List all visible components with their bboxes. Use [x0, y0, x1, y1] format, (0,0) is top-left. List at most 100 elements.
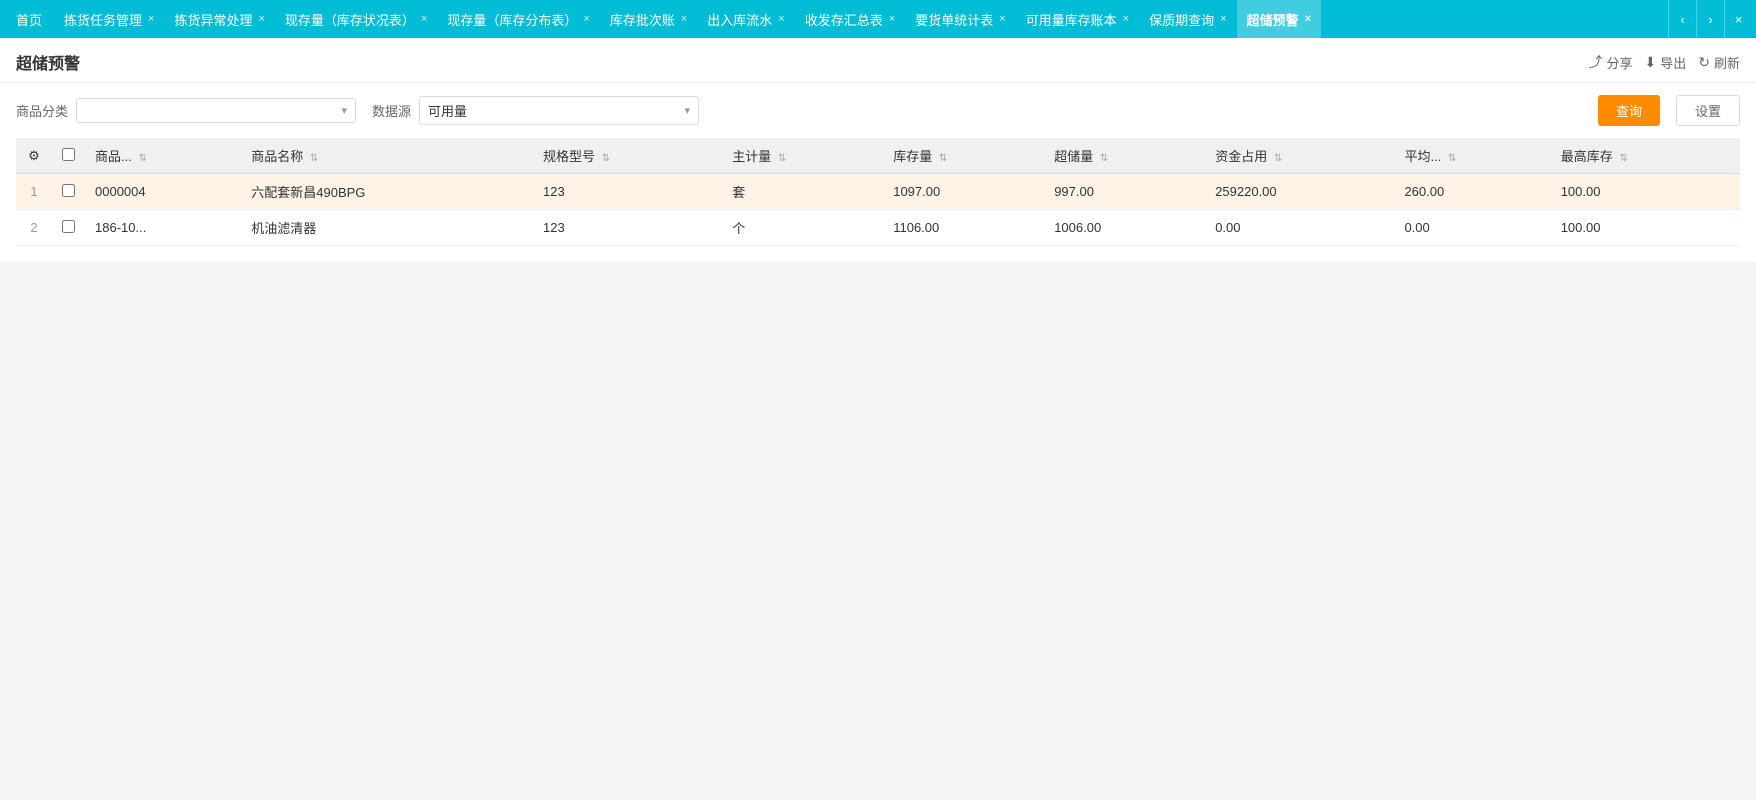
nav-item-shelf-life[interactable]: 保质期查询 × — [1139, 0, 1236, 38]
nav-item-receive-summary[interactable]: 收发存汇总表 × — [795, 0, 905, 38]
sort-icon: ⇅ — [1448, 153, 1456, 164]
cell-spec: 123 — [533, 210, 722, 246]
col-stock-qty[interactable]: 库存量 ⇅ — [883, 138, 1044, 174]
col-overstock-qty[interactable]: 超储量 ⇅ — [1044, 138, 1205, 174]
col-select-all[interactable] — [52, 138, 85, 174]
close-icon[interactable]: × — [148, 13, 154, 25]
share-icon: ⤴ — [1588, 52, 1602, 72]
page-container: 超储预警 ⤴ 分享 ⬇ 导出 ↻ 刷新 商品分类 ▾ 数据源 — [0, 38, 1756, 262]
nav-arrows: ‹ › × — [1668, 0, 1752, 38]
category-label: 商品分类 — [16, 101, 68, 120]
sort-icon: ⇅ — [1100, 153, 1108, 164]
col-product-code[interactable]: 商品... ⇅ — [85, 138, 241, 174]
nav-item-stock-dist[interactable]: 现存量（库存分布表） × — [437, 0, 599, 38]
nav-item-in-out-flow[interactable]: 出入库流水 × — [697, 0, 794, 38]
top-navigation: 首页 拣货任务管理 × 拣货异常处理 × 现存量（库存状况表） × 现存量（库存… — [0, 0, 1756, 38]
col-spec[interactable]: 规格型号 ⇅ — [533, 138, 722, 174]
select-all-checkbox[interactable] — [62, 148, 75, 161]
row-index: 2 — [16, 210, 52, 246]
nav-item-stock-status[interactable]: 现存量（库存状况表） × — [275, 0, 437, 38]
sort-icon: ⇅ — [939, 153, 947, 164]
cell-stock-qty: 1106.00 — [883, 210, 1044, 246]
refresh-button[interactable]: ↻ 刷新 — [1698, 53, 1740, 72]
filter-row: 商品分类 ▾ 数据源 可用量 ▾ 查询 设置 — [0, 83, 1756, 138]
close-icon[interactable]: × — [999, 13, 1005, 25]
cell-product-name: 机油滤清器 — [241, 210, 533, 246]
query-button[interactable]: 查询 — [1598, 95, 1660, 126]
table-container: ⚙ 商品... ⇅ 商品名称 ⇅ 规格型号 ⇅ — [0, 138, 1756, 262]
table-row: 2 186-10... 机油滤清器 123 个 1106.00 1006.00 … — [16, 210, 1740, 246]
export-icon: ⬇ — [1645, 54, 1657, 71]
table-header-row: ⚙ 商品... ⇅ 商品名称 ⇅ 规格型号 ⇅ — [16, 138, 1740, 174]
gear-icon[interactable]: ⚙ — [28, 148, 40, 163]
row-index: 1 — [16, 174, 52, 210]
col-avg[interactable]: 平均... ⇅ — [1394, 138, 1550, 174]
close-icon[interactable]: × — [1123, 13, 1129, 25]
cell-overstock-qty: 1006.00 — [1044, 210, 1205, 246]
close-icon[interactable]: × — [583, 13, 589, 25]
nav-arrow-right[interactable]: › — [1696, 0, 1724, 38]
category-select[interactable]: ▾ — [76, 98, 356, 123]
close-icon[interactable]: × — [889, 13, 895, 25]
close-icon[interactable]: × — [681, 13, 687, 25]
cell-product-code: 186-10... — [85, 210, 241, 246]
table-row: 1 0000004 六配套新昌490BPG 123 套 1097.00 997.… — [16, 174, 1740, 210]
cell-product-code: 0000004 — [85, 174, 241, 210]
close-icon[interactable]: × — [778, 13, 784, 25]
col-product-name[interactable]: 商品名称 ⇅ — [241, 138, 533, 174]
page-header: 超储预警 ⤴ 分享 ⬇ 导出 ↻ 刷新 — [0, 38, 1756, 83]
row-checkbox-cell[interactable] — [52, 210, 85, 246]
cell-overstock-qty: 997.00 — [1044, 174, 1205, 210]
cell-unit: 套 — [722, 174, 883, 210]
nav-item-order-stats[interactable]: 要货单统计表 × — [905, 0, 1015, 38]
share-button[interactable]: ⤴ 分享 — [1588, 52, 1632, 72]
cell-capital-occupy: 259220.00 — [1205, 174, 1394, 210]
sort-icon: ⇅ — [602, 153, 610, 164]
chevron-down-icon: ▾ — [341, 104, 347, 117]
cell-max-stock: 100.00 — [1551, 210, 1740, 246]
nav-item-available-book[interactable]: 可用量库存账本 × — [1016, 0, 1139, 38]
sort-icon: ⇅ — [1619, 153, 1627, 164]
datasource-select[interactable]: 可用量 ▾ — [419, 96, 699, 125]
close-icon[interactable]: × — [258, 13, 264, 25]
col-max-stock[interactable]: 最高库存 ⇅ — [1551, 138, 1740, 174]
cell-product-name: 六配套新昌490BPG — [241, 174, 533, 210]
cell-avg: 0.00 — [1394, 210, 1550, 246]
nav-item-overstock-alert[interactable]: 超储预警 × — [1237, 0, 1321, 38]
row-checkbox[interactable] — [62, 220, 75, 233]
page-title: 超储预警 — [16, 50, 80, 74]
cell-stock-qty: 1097.00 — [883, 174, 1044, 210]
nav-item-abnormal[interactable]: 拣货异常处理 × — [164, 0, 274, 38]
nav-home[interactable]: 首页 — [4, 0, 54, 38]
cell-spec: 123 — [533, 174, 722, 210]
refresh-icon: ↻ — [1698, 54, 1710, 71]
close-icon[interactable]: × — [1305, 13, 1311, 25]
nav-item-task-mgmt[interactable]: 拣货任务管理 × — [54, 0, 164, 38]
datasource-select-value: 可用量 — [428, 101, 467, 120]
nav-arrow-left[interactable]: ‹ — [1668, 0, 1696, 38]
row-checkbox[interactable] — [62, 184, 75, 197]
close-icon[interactable]: × — [1220, 13, 1226, 25]
cell-capital-occupy: 0.00 — [1205, 210, 1394, 246]
datasource-filter-group: 数据源 可用量 ▾ — [372, 96, 699, 125]
category-filter-group: 商品分类 ▾ — [16, 98, 356, 123]
nav-arrow-close[interactable]: × — [1724, 0, 1752, 38]
sort-icon: ⇅ — [138, 153, 146, 164]
cell-avg: 260.00 — [1394, 174, 1550, 210]
col-settings[interactable]: ⚙ — [16, 138, 52, 174]
col-capital-occupy[interactable]: 资金占用 ⇅ — [1205, 138, 1394, 174]
overstock-table: ⚙ 商品... ⇅ 商品名称 ⇅ 规格型号 ⇅ — [16, 138, 1740, 246]
chevron-down-icon: ▾ — [685, 104, 691, 117]
header-actions: ⤴ 分享 ⬇ 导出 ↻ 刷新 — [1588, 52, 1740, 72]
export-button[interactable]: ⬇ 导出 — [1645, 53, 1687, 72]
datasource-label: 数据源 — [372, 101, 411, 120]
nav-item-stock-batch[interactable]: 库存批次账 × — [600, 0, 697, 38]
sort-icon: ⇅ — [310, 153, 318, 164]
col-unit[interactable]: 主计量 ⇅ — [722, 138, 883, 174]
sort-icon: ⇅ — [1274, 153, 1282, 164]
set-button[interactable]: 设置 — [1676, 95, 1740, 126]
cell-max-stock: 100.00 — [1551, 174, 1740, 210]
row-checkbox-cell[interactable] — [52, 174, 85, 210]
close-icon[interactable]: × — [421, 13, 427, 25]
sort-icon: ⇅ — [778, 153, 786, 164]
